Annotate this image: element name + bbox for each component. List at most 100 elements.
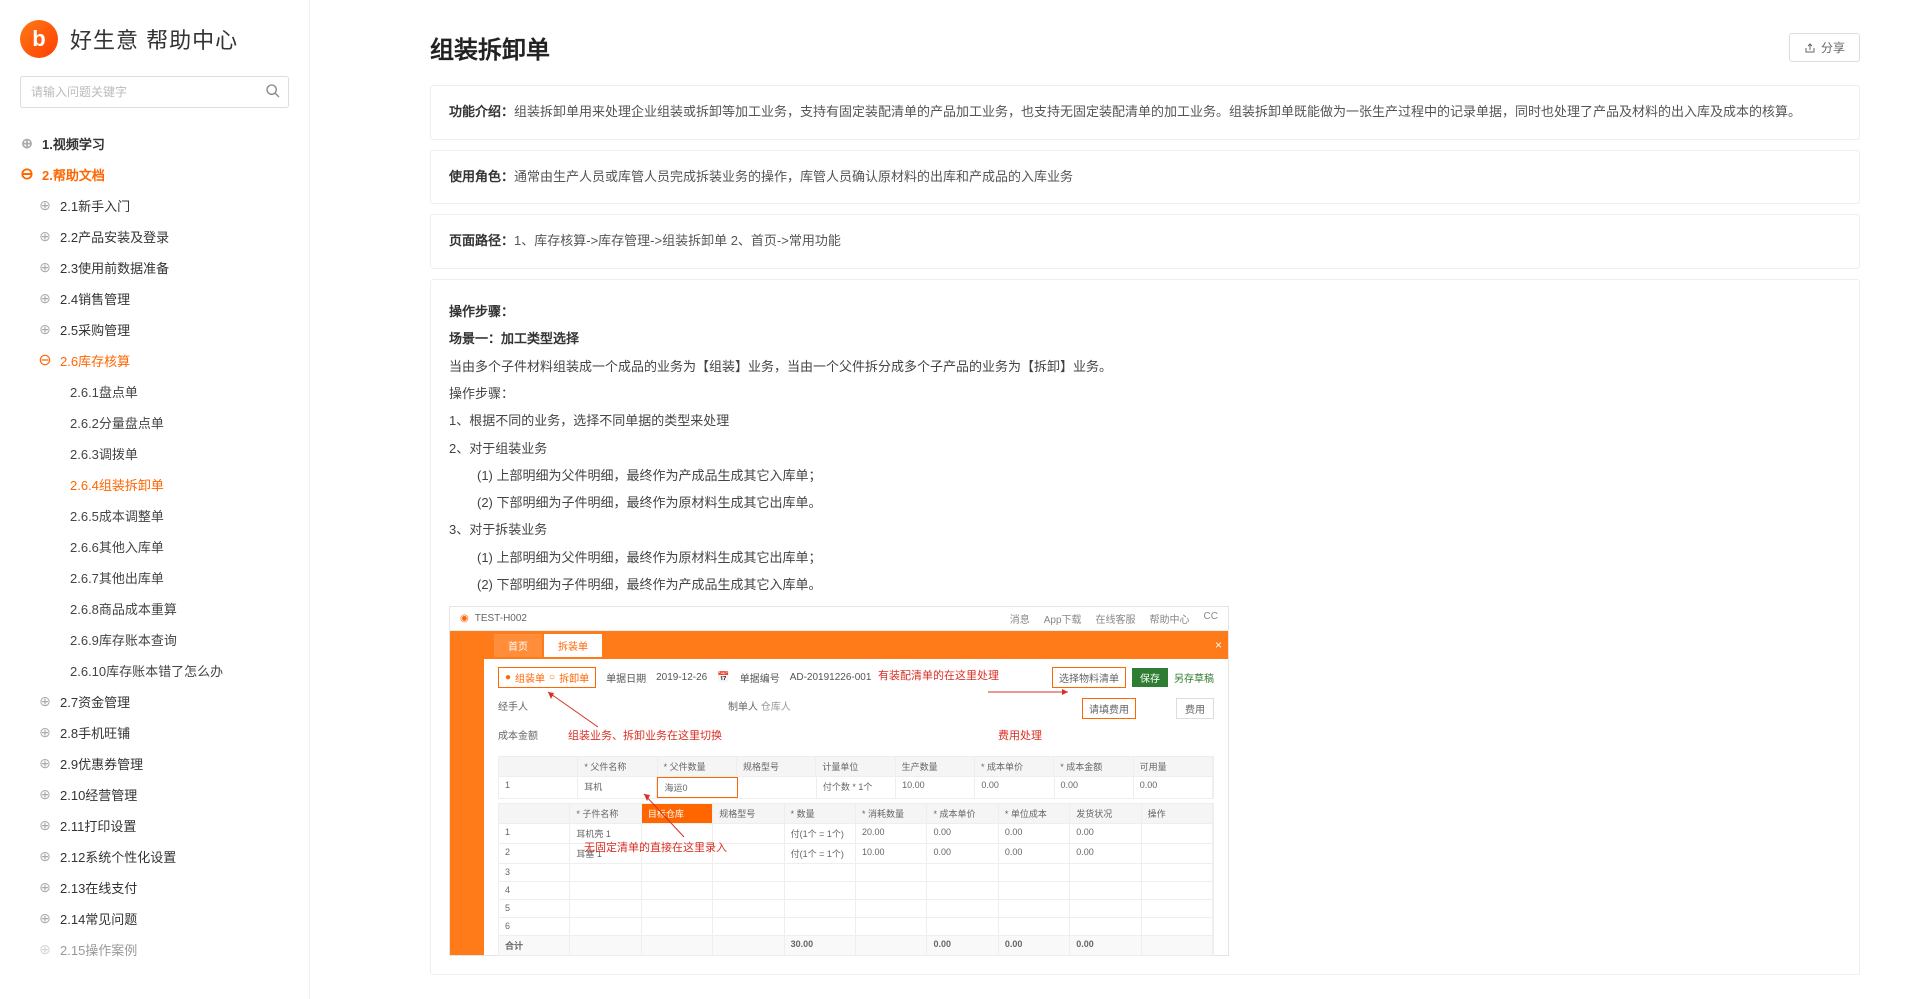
nav-2-4[interactable]: ⊕2.4销售管理 bbox=[20, 283, 289, 314]
nav-2-13[interactable]: ⊕2.13在线支付 bbox=[20, 872, 289, 903]
sh-top-service: 在线客服 bbox=[1096, 611, 1136, 626]
search-icon[interactable] bbox=[265, 83, 281, 99]
sh-form-row: ● 组装单 ○ 拆卸单 单据日期 2019-12-26 📅 单据编号 AD-20… bbox=[498, 667, 1214, 688]
table-header: * 子件名称目标仓库规格型号* 数量* 消耗数量* 成本单价* 单位成本发货状况… bbox=[499, 804, 1213, 823]
search-input[interactable] bbox=[20, 76, 289, 108]
intro-label: 功能介绍： bbox=[449, 104, 514, 119]
sh-annotation-4: 无固定清单的直接在这里录入 bbox=[584, 839, 727, 855]
plus-icon: ⊕ bbox=[38, 695, 52, 709]
table-row: 3 bbox=[499, 863, 1213, 881]
nav-2-6-6[interactable]: 2.6.6其他入库单 bbox=[20, 531, 289, 562]
nav-doc[interactable]: ⊖2.帮助文档 bbox=[20, 159, 289, 190]
intro-text: 组装拆卸单用来处理企业组装或拆卸等加工业务，支持有固定装配清单的产品加工业务，也… bbox=[514, 104, 1801, 119]
plus-icon: ⊕ bbox=[38, 726, 52, 740]
path-box: 页面路径：1、库存核算->库存管理->组装拆卸单 2、首页->常用功能 bbox=[430, 214, 1860, 269]
sh-tabs: 首页 拆装单 × bbox=[484, 631, 1228, 659]
page-title: 组装拆卸单 bbox=[430, 30, 550, 65]
sh-logo-icon: ◉ bbox=[460, 613, 469, 624]
arrow-icon bbox=[988, 687, 1088, 732]
nav-2-6-3[interactable]: 2.6.3调拨单 bbox=[20, 438, 289, 469]
sh-top-msg: 消息 bbox=[1010, 611, 1030, 626]
nav-2-2[interactable]: ⊕2.2产品安装及登录 bbox=[20, 221, 289, 252]
main-content: 组装拆卸单 分享 功能介绍：组装拆卸单用来处理企业组装或拆卸等加工业务，支持有固… bbox=[310, 0, 1920, 999]
nav-2-1[interactable]: ⊕2.1新手入门 bbox=[20, 190, 289, 221]
nav-2-14[interactable]: ⊕2.14常见问题 bbox=[20, 903, 289, 934]
nav-2-6-2[interactable]: 2.6.2分量盘点单 bbox=[20, 407, 289, 438]
nav-2-7[interactable]: ⊕2.7资金管理 bbox=[20, 686, 289, 717]
steps-box: 操作步骤： 场景一：加工类型选择 当由多个子件材料组装成一个成品的业务为【组装】… bbox=[430, 279, 1860, 975]
embedded-screenshot: ◉ TEST-H002 消息 App下载 在线客服 帮助中心 CC 首页 拆装单… bbox=[449, 606, 1229, 956]
nav-2-5[interactable]: ⊕2.5采购管理 bbox=[20, 314, 289, 345]
plus-icon: ⊕ bbox=[38, 788, 52, 802]
sh-draft-btn: 另存草稿 bbox=[1174, 670, 1214, 685]
arrow-icon bbox=[634, 789, 694, 839]
sh-fee-btn: 费用 bbox=[1176, 698, 1214, 719]
step2-1: (1) 上部明细为父件明细，最终作为产成品生成其它入库单； bbox=[449, 462, 1841, 489]
sh-bom-btn: 选择物料清单 bbox=[1052, 667, 1126, 688]
plus-icon: ⊕ bbox=[38, 323, 52, 337]
role-text: 通常由生产人员或库管人员完成拆装业务的操作，库管人员确认原材料的出库和产成品的入… bbox=[514, 169, 1073, 184]
nav-2-6-5[interactable]: 2.6.5成本调整单 bbox=[20, 500, 289, 531]
sh-top-help: 帮助中心 bbox=[1150, 611, 1190, 626]
table-row: 4 bbox=[499, 881, 1213, 899]
nav-2-6-7[interactable]: 2.6.7其他出库单 bbox=[20, 562, 289, 593]
nav-2-6[interactable]: ⊖2.6库存核算 bbox=[20, 345, 289, 376]
steps-label: 操作步骤： bbox=[449, 380, 1841, 407]
sh-save-btn: 保存 bbox=[1132, 668, 1168, 687]
table-totals: 合计30.000.000.000.00 bbox=[499, 935, 1213, 955]
nav-2-6-1[interactable]: 2.6.1盘点单 bbox=[20, 376, 289, 407]
nav-tree: ⊕1.视频学习 ⊖2.帮助文档 ⊕2.1新手入门 ⊕2.2产品安装及登录 ⊕2.… bbox=[20, 128, 289, 965]
nav-2-6-10[interactable]: 2.6.10库存账本错了怎么办 bbox=[20, 655, 289, 686]
nav-2-3[interactable]: ⊕2.3使用前数据准备 bbox=[20, 252, 289, 283]
sh-top-app: App下载 bbox=[1044, 611, 1082, 626]
minus-icon: ⊖ bbox=[20, 168, 34, 182]
sh-radio-assembly: ● 组装单 ○ 拆卸单 bbox=[498, 667, 596, 688]
sh-parent-table: * 父件名称* 父件数量规格型号计量单位生产数量* 成本单价* 成本金额可用量 … bbox=[498, 756, 1214, 799]
scene1-title: 场景一：加工类型选择 bbox=[449, 325, 1841, 352]
nav-2-6-9[interactable]: 2.6.9库存账本查询 bbox=[20, 624, 289, 655]
step3: 3、对于拆装业务 bbox=[449, 516, 1841, 543]
nav-2-11[interactable]: ⊕2.11打印设置 bbox=[20, 810, 289, 841]
logo-text: 好生意 帮助中心 bbox=[70, 23, 238, 55]
plus-icon: ⊕ bbox=[38, 292, 52, 306]
sh-account: TEST-H002 bbox=[475, 613, 527, 624]
sh-sidebar bbox=[450, 631, 484, 955]
path-text: 1、库存核算->库存管理->组装拆卸单 2、首页->常用功能 bbox=[514, 233, 841, 248]
sidebar: b 好生意 帮助中心 ⊕1.视频学习 ⊖2.帮助文档 ⊕2.1新手入门 ⊕2.2… bbox=[0, 0, 310, 999]
nav-2-15[interactable]: ⊕2.15操作案例 bbox=[20, 934, 289, 965]
role-label: 使用角色： bbox=[449, 169, 514, 184]
nav-2-6-8[interactable]: 2.6.8商品成本重算 bbox=[20, 593, 289, 624]
arrow-icon bbox=[538, 687, 618, 732]
nav-2-6-4[interactable]: 2.6.4组装拆卸单 bbox=[20, 469, 289, 500]
plus-icon: ⊕ bbox=[38, 261, 52, 275]
nav-2-8[interactable]: ⊕2.8手机旺铺 bbox=[20, 717, 289, 748]
sh-tab-home: 首页 bbox=[494, 634, 542, 657]
intro-box: 功能介绍：组装拆卸单用来处理企业组装或拆卸等加工业务，支持有固定装配清单的产品加… bbox=[430, 85, 1860, 140]
step1: 1、根据不同的业务，选择不同单据的类型来处理 bbox=[449, 407, 1841, 434]
nav-2-12[interactable]: ⊕2.12系统个性化设置 bbox=[20, 841, 289, 872]
path-label: 页面路径： bbox=[449, 233, 514, 248]
nav-2-10[interactable]: ⊕2.10经营管理 bbox=[20, 779, 289, 810]
plus-icon: ⊕ bbox=[38, 912, 52, 926]
table-header: * 父件名称* 父件数量规格型号计量单位生产数量* 成本单价* 成本金额可用量 bbox=[499, 757, 1213, 776]
sh-body: ● 组装单 ○ 拆卸单 单据日期 2019-12-26 📅 单据编号 AD-20… bbox=[484, 659, 1228, 955]
sh-annotation-1: 有装配清单的在这里处理 bbox=[878, 667, 999, 683]
sh-top-user: CC bbox=[1204, 611, 1218, 626]
nav-2-9[interactable]: ⊕2.9优惠券管理 bbox=[20, 748, 289, 779]
minus-icon: ⊖ bbox=[38, 354, 52, 368]
plus-icon: ⊕ bbox=[38, 850, 52, 864]
logo-icon: b bbox=[20, 20, 58, 58]
logo: b 好生意 帮助中心 bbox=[20, 20, 289, 58]
share-icon bbox=[1804, 42, 1816, 54]
plus-icon: ⊕ bbox=[38, 881, 52, 895]
search-box bbox=[20, 76, 289, 108]
share-button[interactable]: 分享 bbox=[1789, 33, 1860, 62]
plus-icon: ⊕ bbox=[38, 199, 52, 213]
sh-child-table: * 子件名称目标仓库规格型号* 数量* 消耗数量* 成本单价* 单位成本发货状况… bbox=[498, 803, 1214, 956]
plus-icon: ⊕ bbox=[38, 819, 52, 833]
plus-icon: ⊕ bbox=[38, 230, 52, 244]
nav-video[interactable]: ⊕1.视频学习 bbox=[20, 128, 289, 159]
sh-tab-form: 拆装单 bbox=[544, 634, 602, 657]
plus-icon: ⊕ bbox=[20, 137, 34, 151]
sh-fee-input: 请填费用 bbox=[1082, 698, 1136, 719]
